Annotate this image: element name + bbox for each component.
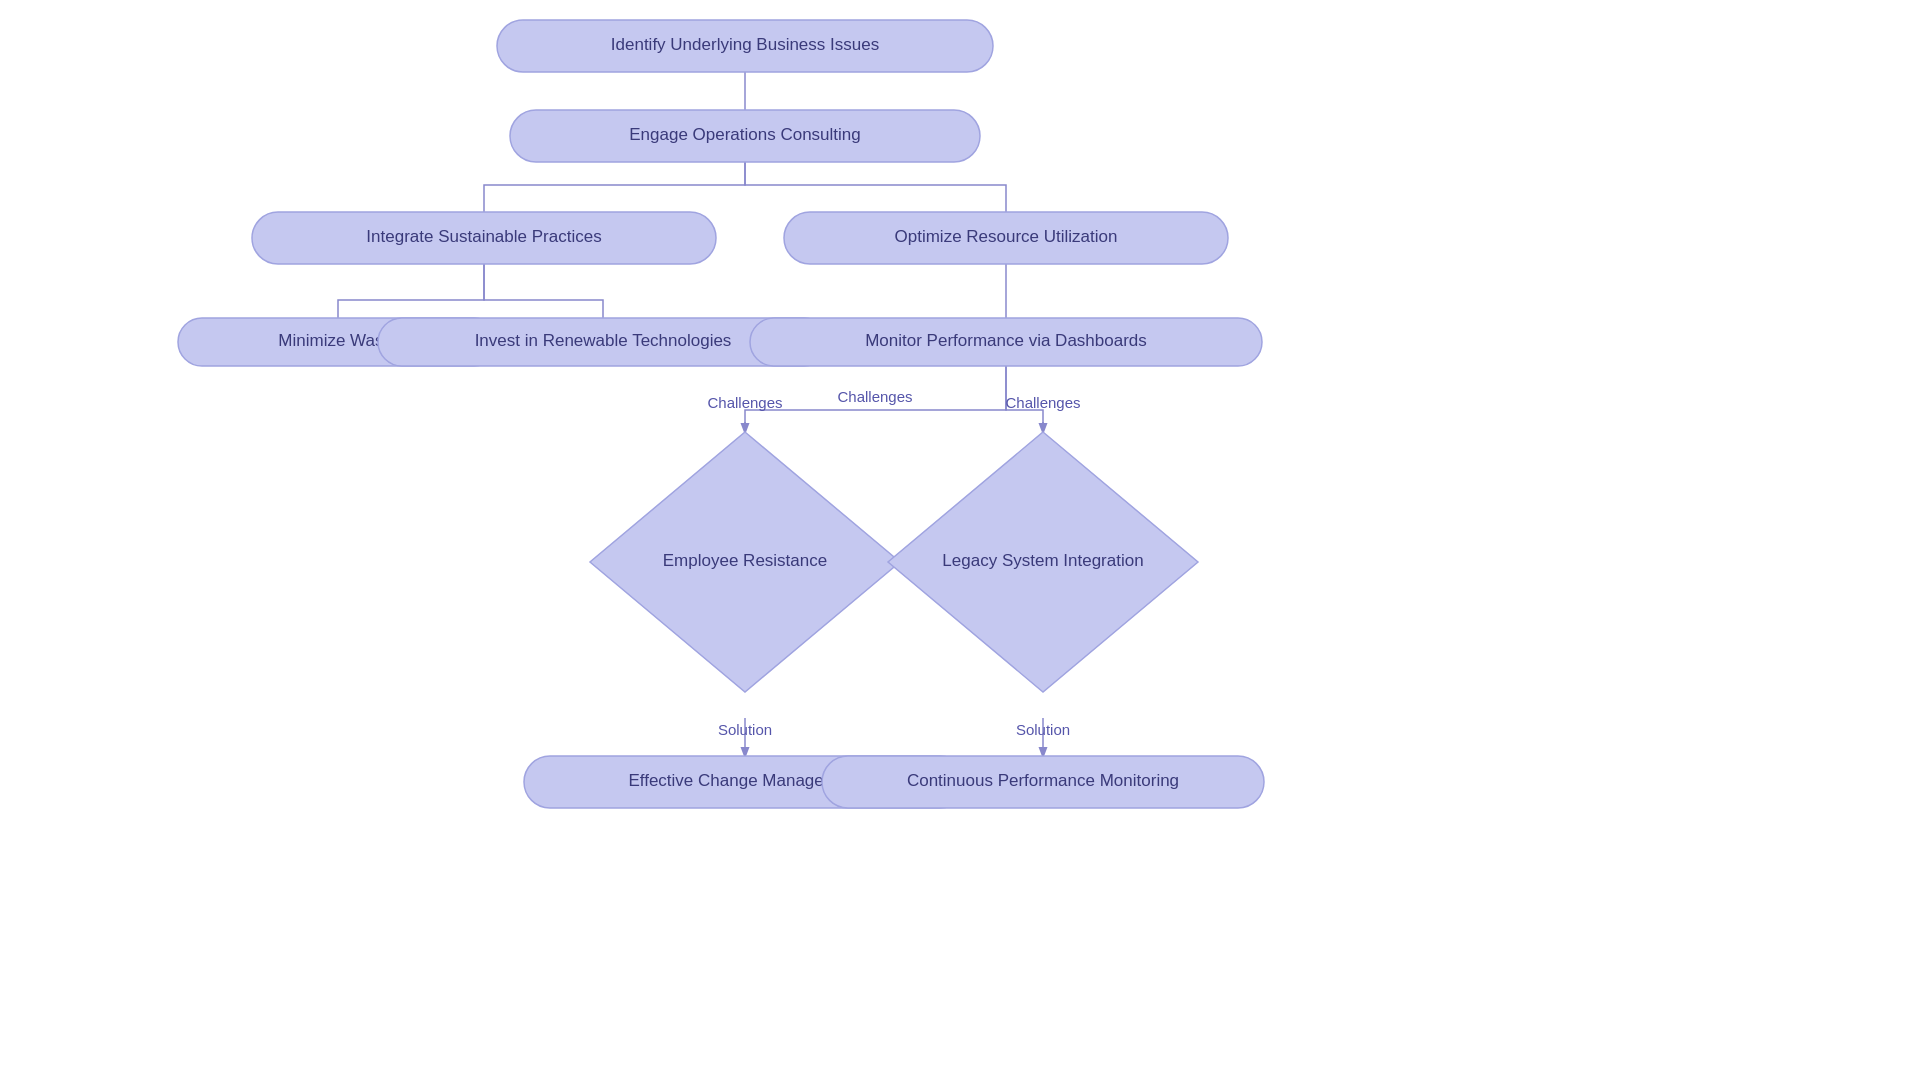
node-monitor-label: Monitor Performance via Dashboards: [865, 331, 1147, 350]
node-employee-label: Employee Resistance: [663, 551, 827, 570]
node-engage-label: Engage Operations Consulting: [629, 125, 861, 144]
node-invest-label: Invest in Renewable Technologies: [475, 331, 732, 350]
node-identify-label: Identify Underlying Business Issues: [611, 35, 879, 54]
challenges-label-right: Challenges: [1005, 394, 1080, 411]
node-legacy-label: Legacy System Integration: [942, 551, 1143, 570]
node-optimize-label: Optimize Resource Utilization: [895, 227, 1118, 246]
challenges-label-1: Challenges: [837, 388, 912, 405]
solution-label-right: Solution: [1016, 721, 1070, 738]
node-integrate-label: Integrate Sustainable Practices: [366, 227, 601, 246]
challenges-label-left: Challenges: [707, 394, 782, 411]
solution-label-left: Solution: [718, 721, 772, 738]
node-continuous-label: Continuous Performance Monitoring: [907, 771, 1179, 790]
